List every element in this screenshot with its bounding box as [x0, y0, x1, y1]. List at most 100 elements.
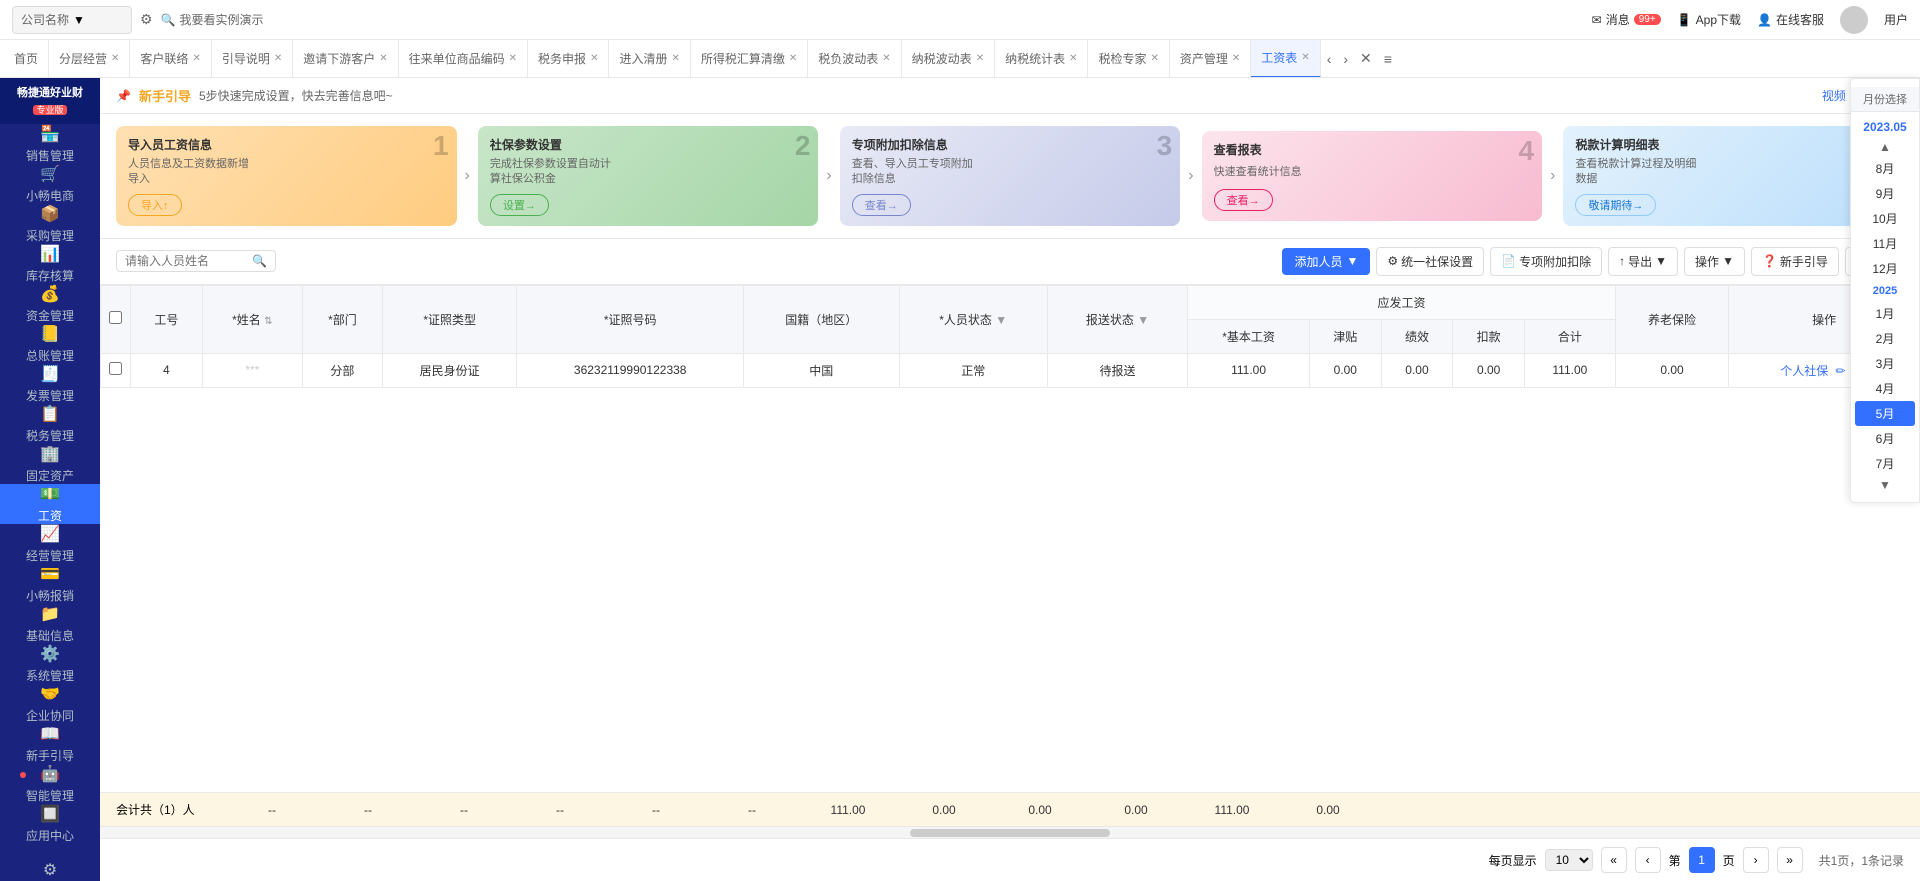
scroll-thumb[interactable]	[910, 829, 1110, 837]
demo-search[interactable]: 🔍 我要看实例演示	[161, 11, 264, 28]
step-2-btn[interactable]: 设置→	[490, 194, 549, 216]
month-item-11[interactable]: 11月	[1851, 231, 1919, 256]
close-product-code-btn[interactable]: ✕	[509, 53, 517, 64]
tab-tax-stats[interactable]: 纳税统计表✕	[995, 40, 1088, 78]
message-btn[interactable]: ✉ 消息 99+	[1592, 11, 1661, 28]
month-item-7[interactable]: 7月	[1851, 451, 1919, 476]
sidebar-item-guide[interactable]: 📖 新手引导	[0, 724, 100, 764]
unified-settings-btn[interactable]: ⚙ 统一社保设置	[1376, 247, 1484, 276]
app-download-btn[interactable]: 📱 App下载	[1677, 11, 1741, 28]
prev-page-btn[interactable]: ‹	[1635, 847, 1661, 873]
month-scroll-up-btn[interactable]: ▲	[1851, 138, 1919, 156]
tab-client[interactable]: 客户联络✕	[130, 40, 211, 78]
close-client-btn[interactable]: ✕	[192, 53, 200, 64]
tab-tax-burden[interactable]: 税负波动表✕	[808, 40, 901, 78]
close-clearance-btn[interactable]: ✕	[671, 53, 679, 64]
sidebar-item-smart[interactable]: 🤖 智能管理	[0, 764, 100, 804]
tab-guide[interactable]: 引导说明✕	[212, 40, 293, 78]
operation-dropdown-icon[interactable]: ▼	[1722, 254, 1734, 268]
sidebar-item-salary[interactable]: 💵 工资	[0, 484, 100, 524]
export-btn[interactable]: ↑ 导出 ▼	[1608, 247, 1678, 276]
step-1-btn[interactable]: 导入↑	[128, 194, 182, 216]
sidebar-item-report[interactable]: 💳 小畅报销	[0, 564, 100, 604]
sidebar-item-settings[interactable]: ⚙	[0, 844, 100, 881]
settings-icon[interactable]: ⚙	[140, 11, 153, 28]
sidebar-item-basic[interactable]: 📁 基础信息	[0, 604, 100, 644]
close-tax-report-btn[interactable]: ✕	[590, 53, 598, 64]
sidebar-item-ledger[interactable]: 📒 总账管理	[0, 324, 100, 364]
close-guide-btn[interactable]: ✕	[274, 53, 282, 64]
sidebar-item-operation[interactable]: 📈 经营管理	[0, 524, 100, 564]
month-item-9[interactable]: 9月	[1851, 181, 1919, 206]
tab-invite[interactable]: 邀请下游客户✕	[293, 40, 398, 78]
sidebar-item-coop[interactable]: 🤝 企业协同	[0, 684, 100, 724]
add-employee-dropdown-icon[interactable]: ▼	[1347, 254, 1359, 268]
close-tax-stats-btn[interactable]: ✕	[1069, 53, 1077, 64]
operation-btn[interactable]: 操作 ▼	[1684, 247, 1745, 276]
close-tax-burden-btn[interactable]: ✕	[882, 53, 890, 64]
step-5-btn[interactable]: 敬请期待→	[1575, 194, 1656, 216]
month-item-2[interactable]: 2月	[1851, 326, 1919, 351]
add-employee-btn[interactable]: 添加人员 ▼	[1282, 248, 1370, 275]
next-page-btn[interactable]: ›	[1743, 847, 1769, 873]
row-checkbox[interactable]	[109, 362, 122, 375]
select-all-checkbox[interactable]	[109, 311, 122, 324]
month-item-1[interactable]: 1月	[1851, 301, 1919, 326]
month-item-10[interactable]: 10月	[1851, 206, 1919, 231]
guide-btn[interactable]: ❓ 新手引导	[1751, 247, 1839, 276]
tab-tier[interactable]: 分层经营✕	[49, 40, 130, 78]
close-invite-btn[interactable]: ✕	[379, 53, 387, 64]
tab-home[interactable]: 首页	[4, 40, 49, 78]
month-picker-year[interactable]: 2023.05	[1851, 116, 1919, 138]
online-service-btn[interactable]: 👤 在线客服	[1757, 11, 1824, 28]
close-asset-btn[interactable]: ✕	[1232, 53, 1240, 64]
sidebar-item-ecommerce[interactable]: 🛒 小畅电商	[0, 164, 100, 204]
search-icon[interactable]: 🔍	[252, 254, 267, 268]
close-income-tax-btn[interactable]: ✕	[789, 53, 797, 64]
sidebar-item-sales[interactable]: 🏪 销售管理	[0, 124, 100, 164]
user-avatar[interactable]	[1840, 6, 1868, 34]
tab-tax-report[interactable]: 税务申报✕	[528, 40, 609, 78]
tab-salary[interactable]: 工资表✕	[1251, 40, 1320, 78]
tab-product-code[interactable]: 往来单位商品编码✕	[399, 40, 528, 78]
first-page-btn[interactable]: «	[1601, 847, 1627, 873]
horizontal-scrollbar[interactable]	[100, 826, 1920, 838]
tab-prev-btn[interactable]: ‹	[1321, 51, 1338, 67]
sidebar-item-purchase[interactable]: 📦 采购管理	[0, 204, 100, 244]
step-4-btn[interactable]: 查看→	[1214, 189, 1273, 211]
export-dropdown-icon[interactable]: ▼	[1655, 254, 1667, 268]
sidebar-item-fixedasset[interactable]: 🏢 固定资产	[0, 444, 100, 484]
month-item-6[interactable]: 6月	[1851, 426, 1919, 451]
tab-income-tax[interactable]: 所得税汇算清缴✕	[691, 40, 808, 78]
employee-search-input[interactable]	[125, 254, 248, 268]
month-item-8[interactable]: 8月	[1851, 156, 1919, 181]
month-item-5[interactable]: 5月	[1855, 401, 1915, 426]
last-page-btn[interactable]: »	[1777, 847, 1803, 873]
month-item-12[interactable]: 12月	[1851, 256, 1919, 281]
sidebar-item-appcenter[interactable]: 🔲 应用中心	[0, 804, 100, 844]
close-tax-wave-btn[interactable]: ✕	[976, 53, 984, 64]
tab-asset[interactable]: 资产管理✕	[1170, 40, 1251, 78]
sidebar-item-tax[interactable]: 📋 税务管理	[0, 404, 100, 444]
tab-list-btn[interactable]: ≡	[1378, 51, 1398, 67]
personal-social-security-link[interactable]: 个人社保	[1780, 364, 1828, 378]
tab-tax-expert[interactable]: 税检专家✕	[1088, 40, 1169, 78]
employee-search-wrapper[interactable]: 🔍	[116, 250, 276, 272]
close-tier-btn[interactable]: ✕	[111, 53, 119, 64]
tab-clearance[interactable]: 进入清册✕	[609, 40, 690, 78]
per-page-select[interactable]: 10 20 50	[1545, 849, 1593, 871]
special-deduction-btn[interactable]: 📄 专项附加扣除	[1490, 247, 1602, 276]
sidebar-item-finance[interactable]: 💰 资金管理	[0, 284, 100, 324]
month-item-4[interactable]: 4月	[1851, 376, 1919, 401]
sidebar-item-system[interactable]: ⚙️ 系统管理	[0, 644, 100, 684]
edit-icon[interactable]: ✏	[1836, 364, 1846, 378]
tab-close-all-btn[interactable]: ✕	[1354, 50, 1378, 67]
close-tax-expert-btn[interactable]: ✕	[1151, 53, 1159, 64]
step-3-btn[interactable]: 查看→	[852, 194, 911, 216]
month-scroll-down-btn[interactable]: ▼	[1851, 476, 1919, 494]
sidebar-item-inventory[interactable]: 📊 库存核算	[0, 244, 100, 284]
close-salary-btn[interactable]: ✕	[1301, 52, 1309, 63]
company-selector[interactable]: 公司名称 ▼	[12, 6, 132, 34]
tab-tax-wave[interactable]: 纳税波动表✕	[902, 40, 995, 78]
guide-video-link[interactable]: 视频	[1822, 87, 1846, 104]
